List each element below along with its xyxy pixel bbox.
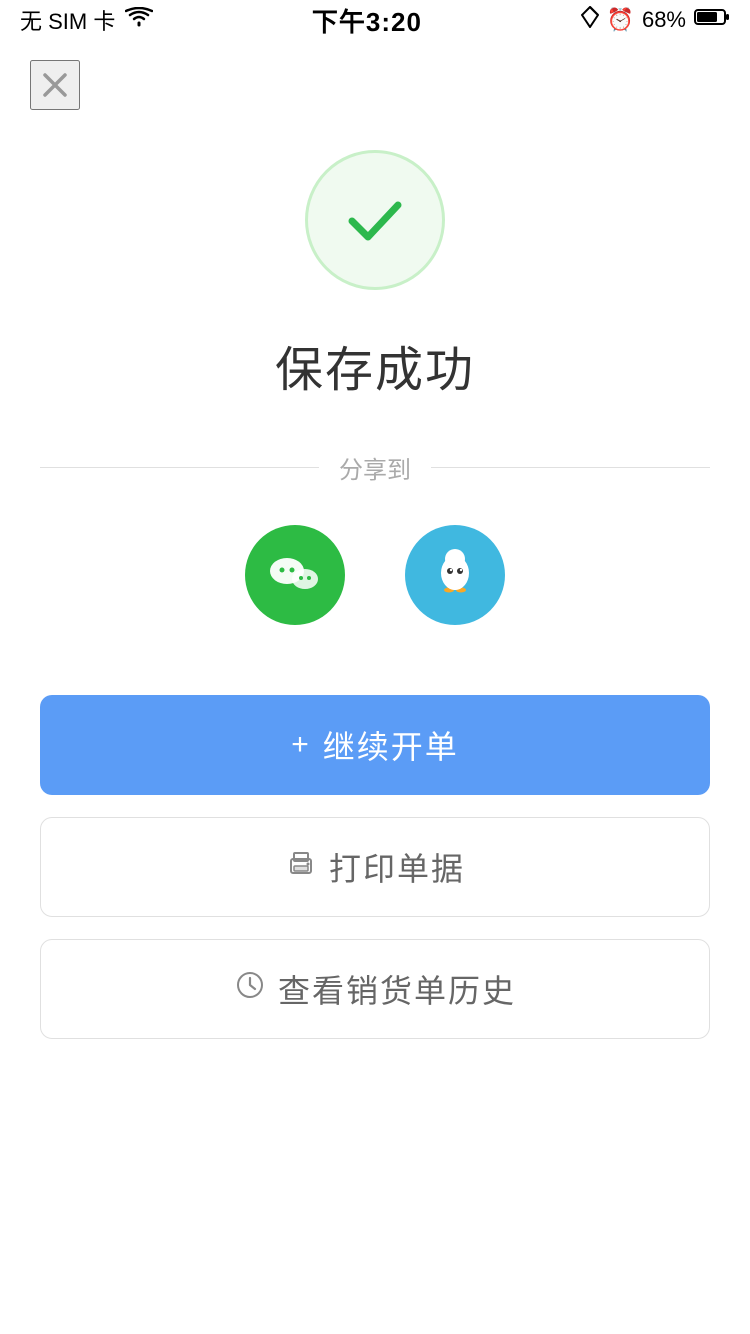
share-qq-button[interactable] xyxy=(405,525,505,625)
checkmark-icon xyxy=(340,185,410,255)
success-title: 保存成功 xyxy=(275,330,475,400)
continue-button[interactable]: + 继续开单 xyxy=(40,695,710,795)
divider-right xyxy=(431,467,710,468)
clock-icon xyxy=(234,969,266,1009)
main-content: 保存成功 分享到 xyxy=(0,130,750,1334)
status-right: ⏰ 68% xyxy=(581,6,730,34)
wechat-icon xyxy=(265,545,325,605)
action-buttons: + 继续开单 打印单据 查看销货单历史 xyxy=(40,695,710,1039)
close-button[interactable] xyxy=(30,60,80,110)
print-button[interactable]: 打印单据 xyxy=(40,817,710,917)
qq-icon xyxy=(426,546,484,604)
alarm-icon: ⏰ xyxy=(607,7,634,33)
print-label: 打印单据 xyxy=(329,844,465,890)
battery-icon xyxy=(694,7,730,33)
battery-percent: 68% xyxy=(642,7,686,33)
printer-icon xyxy=(285,847,317,887)
close-area xyxy=(0,40,750,130)
wifi-icon xyxy=(125,7,153,33)
share-label: 分享到 xyxy=(339,450,411,485)
plus-icon: + xyxy=(291,728,311,762)
success-circle xyxy=(305,150,445,290)
no-sim-text: 无 SIM 卡 xyxy=(20,4,115,36)
divider-left xyxy=(40,467,319,468)
continue-label: 继续开单 xyxy=(323,722,459,768)
history-button[interactable]: 查看销货单历史 xyxy=(40,939,710,1039)
status-left: 无 SIM 卡 xyxy=(20,4,153,36)
share-row xyxy=(245,525,505,625)
history-label: 查看销货单历史 xyxy=(278,966,516,1012)
share-wechat-button[interactable] xyxy=(245,525,345,625)
status-bar: 无 SIM 卡 下午3:20 ⏰ 68% xyxy=(0,0,750,40)
location-icon xyxy=(581,6,599,34)
status-time: 下午3:20 xyxy=(312,2,422,39)
share-divider: 分享到 xyxy=(40,450,710,485)
